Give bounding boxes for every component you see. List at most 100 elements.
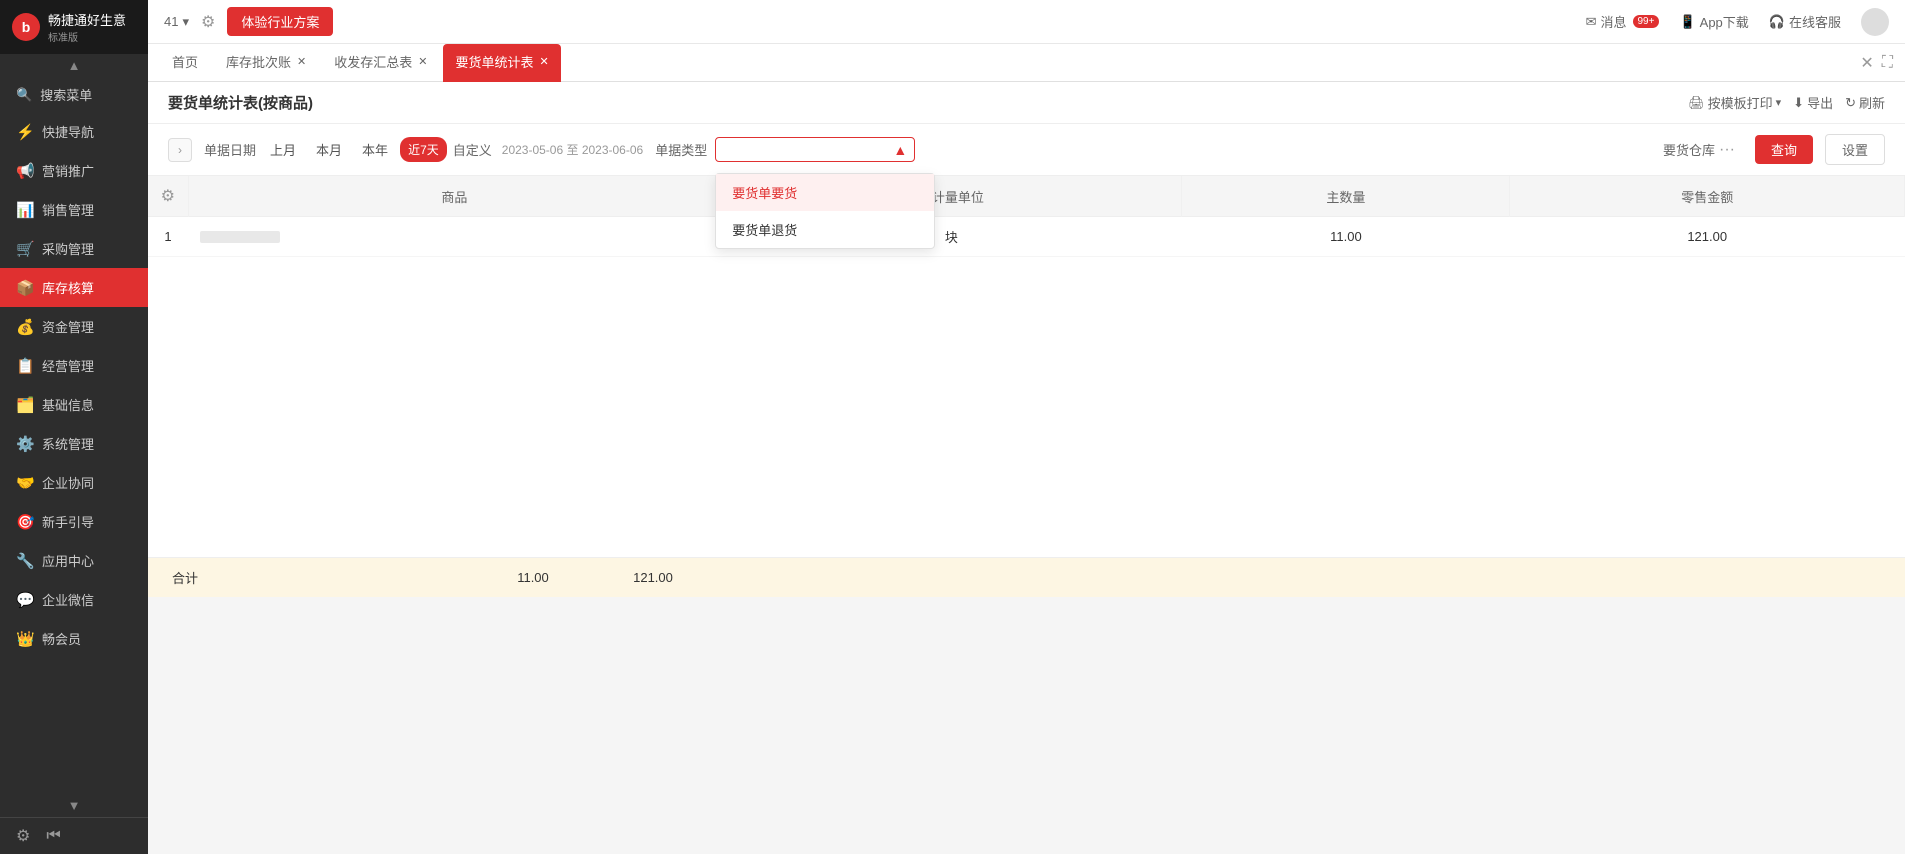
sidebar-item-label: 营销推广 (42, 161, 94, 180)
user-avatar[interactable] (1861, 8, 1889, 36)
expand-tabs-icon[interactable]: ⛶ (1882, 54, 1893, 72)
message-icon: ✉ (1586, 14, 1597, 30)
sidebar-item-quicknav[interactable]: ⚡ 快捷导航 (0, 112, 148, 151)
warehouse-more-btn[interactable]: ··· (1719, 141, 1735, 159)
tab-label: 收发存汇总表 (334, 52, 412, 71)
dropdown-option-0[interactable]: 要货单要货 (716, 174, 934, 211)
page-content: 要货单统计表(按商品) 🖨 按模板打印 ▾ ⬇ 导出 ↻ 刷新 › (148, 82, 1905, 854)
finance-icon: 💰 (16, 318, 34, 336)
table-col-amount: 零售金额 (1510, 176, 1905, 217)
enterprise-icon: 🤝 (16, 474, 34, 492)
close-all-icon[interactable]: ✕ (1860, 53, 1873, 73)
tab-order-stats[interactable]: 要货单统计表 ✕ (443, 44, 560, 82)
sidebar-item-operations[interactable]: 📋 经营管理 (0, 346, 148, 385)
sidebar-logo: b 畅捷通好生意 标准版 (0, 0, 148, 54)
messages-btn[interactable]: ✉ 消息 99+ (1586, 12, 1660, 31)
store-dropdown-icon: ▾ (182, 14, 189, 30)
tab-home[interactable]: 首页 (160, 44, 210, 82)
tab-inventory-batch[interactable]: 库存批次账 ✕ (214, 44, 318, 82)
footer-label: 合计 (160, 568, 353, 587)
table-gear-icon[interactable]: ⚙ (161, 188, 175, 205)
export-btn[interactable]: ⬇ 导出 (1793, 93, 1833, 112)
tab-label: 库存批次账 (226, 52, 291, 71)
date-filter-label: 单据日期 (204, 140, 256, 159)
query-btn[interactable]: 查询 (1755, 135, 1813, 164)
refresh-btn[interactable]: ↻ 刷新 (1845, 93, 1885, 112)
collapse-icon[interactable]: ⏮ (46, 827, 60, 845)
tab-close-icon[interactable]: ✕ (297, 55, 306, 68)
date-btn-this-year[interactable]: 本年 (354, 137, 396, 162)
filter-expand-btn[interactable]: › (168, 138, 192, 162)
trial-btn[interactable]: 体验行业方案 (227, 7, 333, 36)
operations-icon: 📋 (16, 357, 34, 375)
logo-text: 畅捷通好生意 标准版 (48, 10, 126, 44)
inventory-icon: 📦 (16, 279, 34, 297)
date-custom-btn[interactable]: 自定义 (453, 140, 492, 159)
date-btn-last-month[interactable]: 上月 (262, 137, 304, 162)
sidebar-item-purchase[interactable]: 🛒 采购管理 (0, 229, 148, 268)
sidebar-item-label: 库存核算 (42, 278, 94, 297)
edition-label: 标准版 (48, 29, 126, 44)
sidebar-item-search[interactable]: 🔍 搜索菜单 (0, 77, 148, 112)
sidebar-item-label: 企业微信 (42, 590, 94, 609)
online-service-label: 在线客服 (1789, 12, 1841, 31)
scroll-down-btn[interactable]: ▼ (0, 794, 148, 817)
empty-space (148, 257, 1905, 557)
tab-home-label: 首页 (172, 52, 198, 71)
tab-bar: 首页 库存批次账 ✕ 收发存汇总表 ✕ 要货单统计表 ✕ ✕ ⛶ (148, 44, 1905, 82)
footer-qty: 11.00 (473, 570, 593, 585)
tab-bar-actions: ✕ ⛶ (1860, 53, 1893, 73)
filter-bar: › 单据日期 上月 本月 本年 近7天 自定义 2023-05-06 至 202… (148, 124, 1905, 176)
header-left: 41 ▾ ⚙ 体验行业方案 (164, 7, 333, 36)
row-quantity: 11.00 (1182, 217, 1510, 257)
tab-summary[interactable]: 收发存汇总表 ✕ (322, 44, 439, 82)
sidebar-item-member[interactable]: 👑 畅会员 (0, 619, 148, 658)
dropdown-option-1[interactable]: 要货单退货 (716, 211, 934, 248)
sidebar-item-enterprise[interactable]: 🤝 企业协同 (0, 463, 148, 502)
headset-icon: 🎧 (1769, 14, 1785, 30)
table-row: 1 块 11.00 (148, 217, 1905, 257)
type-dropdown-menu: 要货单要货 要货单退货 (715, 173, 935, 249)
sidebar-item-sales[interactable]: 📊 销售管理 (0, 190, 148, 229)
store-selector[interactable]: 41 ▾ (164, 14, 189, 30)
phone-icon: 📱 (1679, 14, 1695, 30)
sidebar: b 畅捷通好生意 标准版 ▲ 🔍 搜索菜单 ⚡ 快捷导航 📢 营销推广 📊 销售… (0, 0, 148, 854)
online-service-btn[interactable]: 🎧 在线客服 (1769, 12, 1841, 31)
settings-btn[interactable]: 设置 (1825, 134, 1885, 165)
sidebar-item-label: 经营管理 (42, 356, 94, 375)
type-dropdown-arrow[interactable]: ▲ (893, 142, 907, 158)
tab-close-icon[interactable]: ✕ (418, 55, 427, 68)
sidebar-item-appstore[interactable]: 🔧 应用中心 (0, 541, 148, 580)
page-title: 要货单统计表(按商品) (168, 92, 313, 113)
table-footer: 合计 11.00 121.00 (148, 557, 1905, 597)
sidebar-footer: ⚙ ⏮ (0, 817, 148, 854)
sidebar-item-guide[interactable]: 🎯 新手引导 (0, 502, 148, 541)
guide-icon: 🎯 (16, 513, 34, 531)
sidebar-item-inventory[interactable]: 📦 库存核算 (0, 268, 148, 307)
sidebar-item-system[interactable]: ⚙️ 系统管理 (0, 424, 148, 463)
print-btn[interactable]: 🖨 按模板打印 ▾ (1688, 93, 1781, 112)
tab-close-icon[interactable]: ✕ (540, 55, 549, 68)
company-name: 畅捷通好生意 (48, 10, 126, 29)
sidebar-item-finance[interactable]: 💰 资金管理 (0, 307, 148, 346)
sidebar-item-label: 应用中心 (42, 551, 94, 570)
system-icon: ⚙️ (16, 435, 34, 453)
table-header: ⚙ 商品 主计量单位 主数量 零售金额 (148, 176, 1905, 217)
type-filter-input[interactable] (715, 137, 915, 162)
main-area: 41 ▾ ⚙ 体验行业方案 ✉ 消息 99+ 📱 App下载 🎧 在线客服 (148, 0, 1905, 854)
page-header: 要货单统计表(按商品) 🖨 按模板打印 ▾ ⬇ 导出 ↻ 刷新 (148, 82, 1905, 124)
scroll-up-btn[interactable]: ▲ (0, 54, 148, 77)
app-download-btn[interactable]: 📱 App下载 (1679, 12, 1748, 31)
settings-gear-icon[interactable]: ⚙ (16, 826, 30, 846)
sidebar-item-label: 畅会员 (42, 629, 81, 648)
sidebar-item-basic-info[interactable]: 🗂️ 基础信息 (0, 385, 148, 424)
sales-icon: 📊 (16, 201, 34, 219)
print-dropdown-icon[interactable]: ▾ (1776, 96, 1782, 109)
date-btn-recent7[interactable]: 近7天 (400, 137, 447, 162)
table-col-settings: ⚙ (148, 176, 188, 217)
sidebar-item-wechat[interactable]: 💬 企业微信 (0, 580, 148, 619)
header-settings-icon[interactable]: ⚙ (201, 12, 215, 32)
sidebar-item-marketing[interactable]: 📢 营销推广 (0, 151, 148, 190)
date-btn-this-month[interactable]: 本月 (308, 137, 350, 162)
page-header-actions: 🖨 按模板打印 ▾ ⬇ 导出 ↻ 刷新 (1688, 93, 1885, 112)
